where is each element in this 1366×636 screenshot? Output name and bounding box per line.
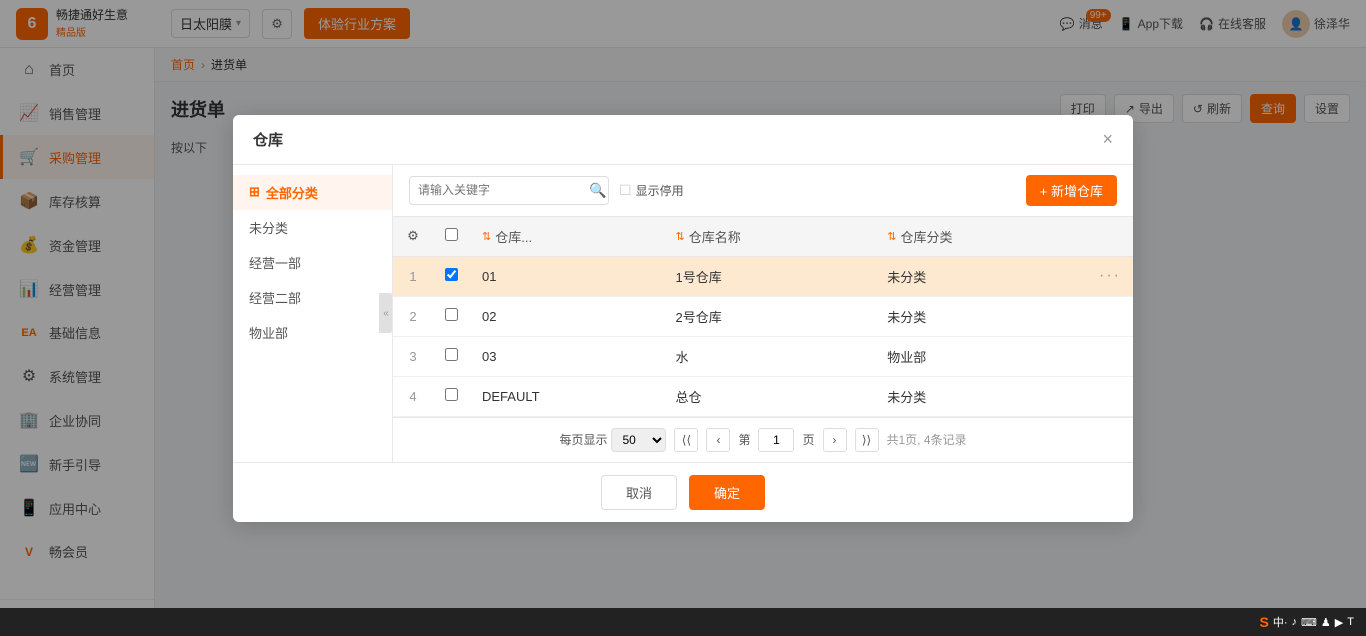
select-all-checkbox[interactable] xyxy=(445,228,458,241)
row-name: 水 xyxy=(664,336,876,376)
search-icon[interactable]: 🔍 xyxy=(581,177,609,204)
row-code: DEFAULT xyxy=(470,376,664,416)
category-panel: ⊞ 全部分类 未分类 经营一部 经营二部 物业部 « xyxy=(233,165,393,462)
row-category: 未分类 xyxy=(875,256,1087,296)
sort-name-icon: ⇅ xyxy=(676,230,685,243)
row-name: 2号仓库 xyxy=(664,296,876,336)
search-wrap: 🔍 xyxy=(409,176,609,205)
table-header-row: ⚙ ⇅ 仓库... xyxy=(393,217,1133,257)
per-page-select: 每页显示 50 10 20 100 xyxy=(559,428,666,452)
row-name: 总仓 xyxy=(664,376,876,416)
row-action xyxy=(1087,376,1133,416)
modal-title: 仓库 xyxy=(253,129,283,150)
category-all[interactable]: ⊞ 全部分类 xyxy=(233,175,392,210)
row-checkbox[interactable] xyxy=(445,268,458,281)
row-checkbox-cell[interactable] xyxy=(433,256,470,296)
row-action xyxy=(1087,336,1133,376)
row-number: 2 xyxy=(393,296,433,336)
data-table: ⚙ ⇅ 仓库... xyxy=(393,217,1133,417)
sort-cat-icon: ⇅ xyxy=(887,230,896,243)
th-checkbox xyxy=(433,217,470,257)
table-row[interactable]: 4 DEFAULT 总仓 未分类 xyxy=(393,376,1133,416)
th-settings: ⚙ xyxy=(393,217,433,257)
add-warehouse-button[interactable]: + 新增仓库 xyxy=(1026,175,1117,206)
th-action xyxy=(1087,217,1133,257)
category-dept2[interactable]: 经营二部 xyxy=(233,280,392,315)
row-number: 4 xyxy=(393,376,433,416)
th-category: ⇅ 仓库分类 xyxy=(875,217,1087,257)
modal-header: 仓库 × xyxy=(233,115,1133,165)
sort-icon: ⇅ xyxy=(482,230,491,243)
table-row[interactable]: 3 03 水 物业部 xyxy=(393,336,1133,376)
total-info: 共1页, 4条记录 xyxy=(887,431,967,448)
cancel-button[interactable]: 取消 xyxy=(601,475,677,510)
row-category: 物业部 xyxy=(875,336,1087,376)
show-disabled-checkbox[interactable]: ☐ 显示停用 xyxy=(619,182,684,199)
row-category: 未分类 xyxy=(875,296,1087,336)
row-number: 1 xyxy=(393,256,433,296)
search-input[interactable] xyxy=(410,178,581,202)
category-uncategorized[interactable]: 未分类 xyxy=(233,210,392,245)
row-checkbox[interactable] xyxy=(445,348,458,361)
row-number: 3 xyxy=(393,336,433,376)
row-checkbox-cell[interactable] xyxy=(433,296,470,336)
chevron-left-icon: « xyxy=(383,308,389,319)
pagination-bar: 每页显示 50 10 20 100 ⟨⟨ ‹ 第 页 › ⟩⟩ xyxy=(393,417,1133,462)
row-checkbox[interactable] xyxy=(445,388,458,401)
table-panel: 🔍 ☐ 显示停用 + 新增仓库 ⚙ xyxy=(393,165,1133,462)
row-code: 03 xyxy=(470,336,664,376)
row-action: ··· xyxy=(1087,256,1133,296)
row-more-button[interactable]: ··· xyxy=(1099,267,1121,284)
row-name: 1号仓库 xyxy=(664,256,876,296)
warehouse-table: ⚙ ⇅ 仓库... xyxy=(393,217,1133,417)
close-icon[interactable]: × xyxy=(1102,129,1113,150)
modal-overlay: 仓库 × ⊞ 全部分类 未分类 经营一部 经营二部 xyxy=(0,0,1366,636)
th-code: ⇅ 仓库... xyxy=(470,217,664,257)
status-logo: S 中· ♪ ⌨ ♟ ▶ T xyxy=(1260,614,1354,630)
page-input[interactable] xyxy=(758,428,794,452)
checkbox-icon: ☐ xyxy=(619,182,632,199)
category-property[interactable]: 物业部 xyxy=(233,315,392,350)
first-page-button[interactable]: ⟨⟨ xyxy=(674,428,698,452)
last-page-button[interactable]: ⟩⟩ xyxy=(855,428,879,452)
row-checkbox-cell[interactable] xyxy=(433,336,470,376)
table-row[interactable]: 2 02 2号仓库 未分类 xyxy=(393,296,1133,336)
row-checkbox-cell[interactable] xyxy=(433,376,470,416)
row-code: 02 xyxy=(470,296,664,336)
category-dept1[interactable]: 经营一部 xyxy=(233,245,392,280)
modal-footer: 取消 确定 xyxy=(233,462,1133,522)
table-toolbar: 🔍 ☐ 显示停用 + 新增仓库 xyxy=(393,165,1133,217)
row-action xyxy=(1087,296,1133,336)
table-row[interactable]: 1 01 1号仓库 未分类 ··· xyxy=(393,256,1133,296)
per-page-dropdown[interactable]: 50 10 20 100 xyxy=(611,428,666,452)
prev-page-button[interactable]: ‹ xyxy=(706,428,730,452)
warehouse-modal: 仓库 × ⊞ 全部分类 未分类 经营一部 经营二部 xyxy=(233,115,1133,522)
column-settings-icon[interactable]: ⚙ xyxy=(407,228,419,243)
confirm-button[interactable]: 确定 xyxy=(689,475,765,510)
grid-icon: ⊞ xyxy=(249,184,260,200)
collapse-panel-button[interactable]: « xyxy=(379,293,393,333)
row-category: 未分类 xyxy=(875,376,1087,416)
modal-body: ⊞ 全部分类 未分类 经营一部 经营二部 物业部 « xyxy=(233,165,1133,462)
row-code: 01 xyxy=(470,256,664,296)
th-name: ⇅ 仓库名称 xyxy=(664,217,876,257)
row-checkbox[interactable] xyxy=(445,308,458,321)
status-bar: S 中· ♪ ⌨ ♟ ▶ T xyxy=(0,608,1366,636)
next-page-button[interactable]: › xyxy=(823,428,847,452)
